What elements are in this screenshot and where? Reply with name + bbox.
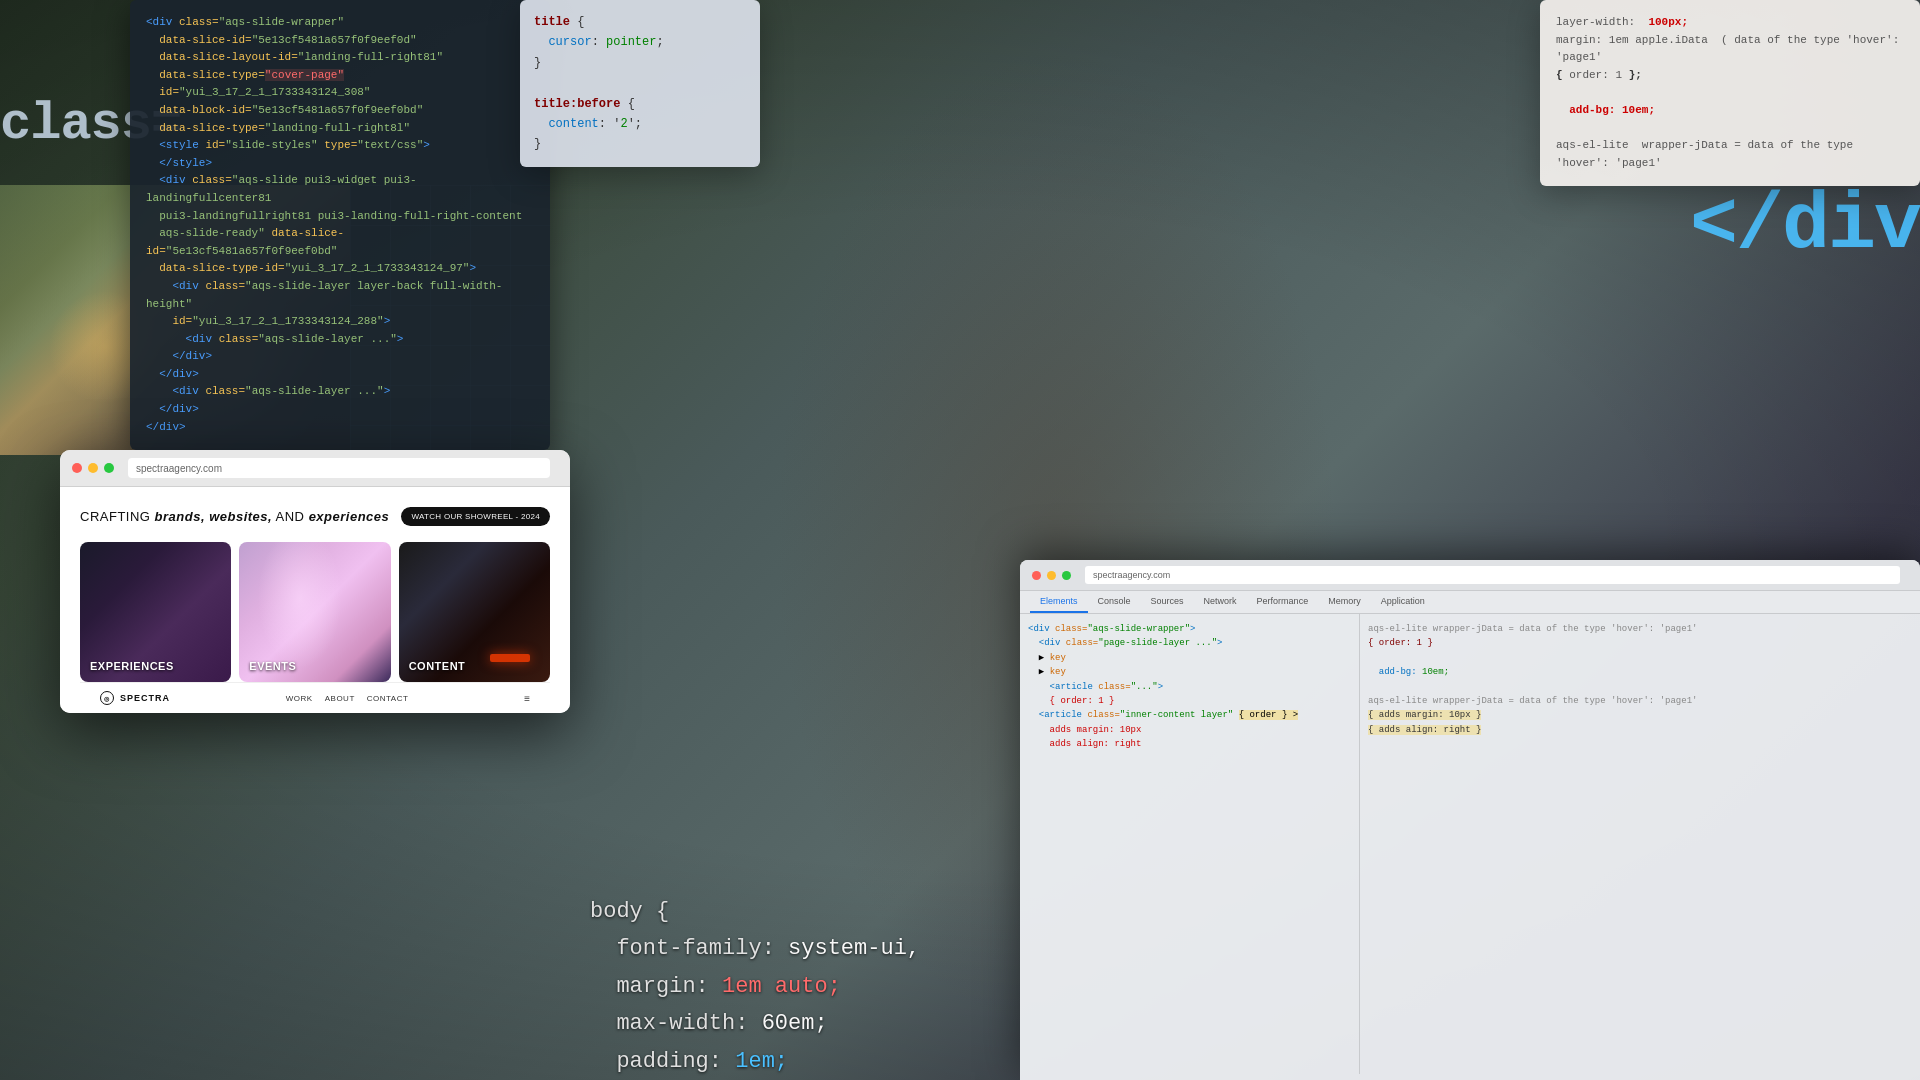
devtools-styles-panel: aqs-el-lite wrapper-jData = data of the … — [1360, 614, 1920, 1074]
browser-url-bar[interactable]: spectraagency.com — [128, 458, 550, 478]
website-mockup: spectraagency.com CRAFTING brands, websi… — [60, 450, 570, 713]
hamburger-icon[interactable]: ≡ — [524, 693, 530, 704]
devtools-titlebar: spectraagency.com — [1020, 560, 1920, 591]
mockup-footer: ◎ SPECTRA WORK ABOUT CONTACT ≡ — [80, 682, 550, 713]
card-label-events: EVENTS — [249, 660, 296, 672]
card-label-content: CONTENT — [409, 660, 466, 672]
footer-logo: ◎ SPECTRA — [100, 691, 170, 705]
headline-text: CRAFTING brands, websites, AND experienc… — [80, 509, 389, 524]
code-panel-topleft: <div class="aqs-slide-wrapper" data-slic… — [130, 0, 550, 450]
url-text: spectraagency.com — [136, 463, 222, 474]
mockup-content: CRAFTING brands, websites, AND experienc… — [60, 487, 570, 713]
code-panel-bottomcenter: body { font-family: system-ui, margin: 1… — [590, 893, 1090, 1080]
tab-sources[interactable]: Sources — [1141, 591, 1194, 613]
browser-close-btn[interactable] — [72, 463, 82, 473]
nav-contact[interactable]: CONTACT — [367, 694, 409, 703]
devtools-panel: spectraagency.com Elements Console Sourc… — [1020, 560, 1920, 1080]
card-label-experiences: EXPERIENCES — [90, 660, 174, 672]
nav-work[interactable]: WORK — [286, 694, 313, 703]
footer-logo-text: SPECTRA — [120, 693, 170, 703]
devtools-max-btn[interactable] — [1062, 571, 1071, 580]
css-selector: body { — [590, 899, 669, 924]
browser-min-btn[interactable] — [88, 463, 98, 473]
devtools-close-btn[interactable] — [1032, 571, 1041, 580]
code-panel-topmid: title { cursor: pointer; } title:before … — [520, 0, 760, 167]
div-label: </div — [1690, 180, 1920, 271]
devtools-body: <div class="aqs-slide-wrapper"> <div cla… — [1020, 614, 1920, 1074]
tab-network[interactable]: Network — [1194, 591, 1247, 613]
devtools-url-bar[interactable]: spectraagency.com — [1085, 566, 1900, 584]
card-experiences[interactable]: EXPERIENCES — [80, 542, 231, 682]
devtools-html-panel: <div class="aqs-slide-wrapper"> <div cla… — [1020, 614, 1360, 1074]
devtools-tabs: Elements Console Sources Network Perform… — [1020, 591, 1920, 614]
footer-nav: WORK ABOUT CONTACT — [286, 694, 409, 703]
tab-elements[interactable]: Elements — [1030, 591, 1088, 613]
tab-performance[interactable]: Performance — [1247, 591, 1319, 613]
tab-application[interactable]: Application — [1371, 591, 1435, 613]
devtools-url-text: spectraagency.com — [1093, 570, 1170, 580]
footer-logo-icon: ◎ — [100, 691, 114, 705]
card-events[interactable]: EVENTS — [239, 542, 390, 682]
mockup-cards: EXPERIENCES EVENTS CONTENT — [80, 542, 550, 682]
code-panel-topright: layer-width: 100px; margin: 1em apple.iD… — [1540, 0, 1920, 186]
tab-memory[interactable]: Memory — [1318, 591, 1371, 613]
devtools-min-btn[interactable] — [1047, 571, 1056, 580]
mockup-headline: CRAFTING brands, websites, AND experienc… — [80, 507, 550, 526]
watch-showreel-btn[interactable]: WATCH OUR SHOWREEL - 2024 — [401, 507, 550, 526]
nav-about[interactable]: ABOUT — [325, 694, 355, 703]
card-content[interactable]: CONTENT — [399, 542, 550, 682]
browser-bar: spectraagency.com — [60, 450, 570, 487]
browser-max-btn[interactable] — [104, 463, 114, 473]
tab-console[interactable]: Console — [1088, 591, 1141, 613]
